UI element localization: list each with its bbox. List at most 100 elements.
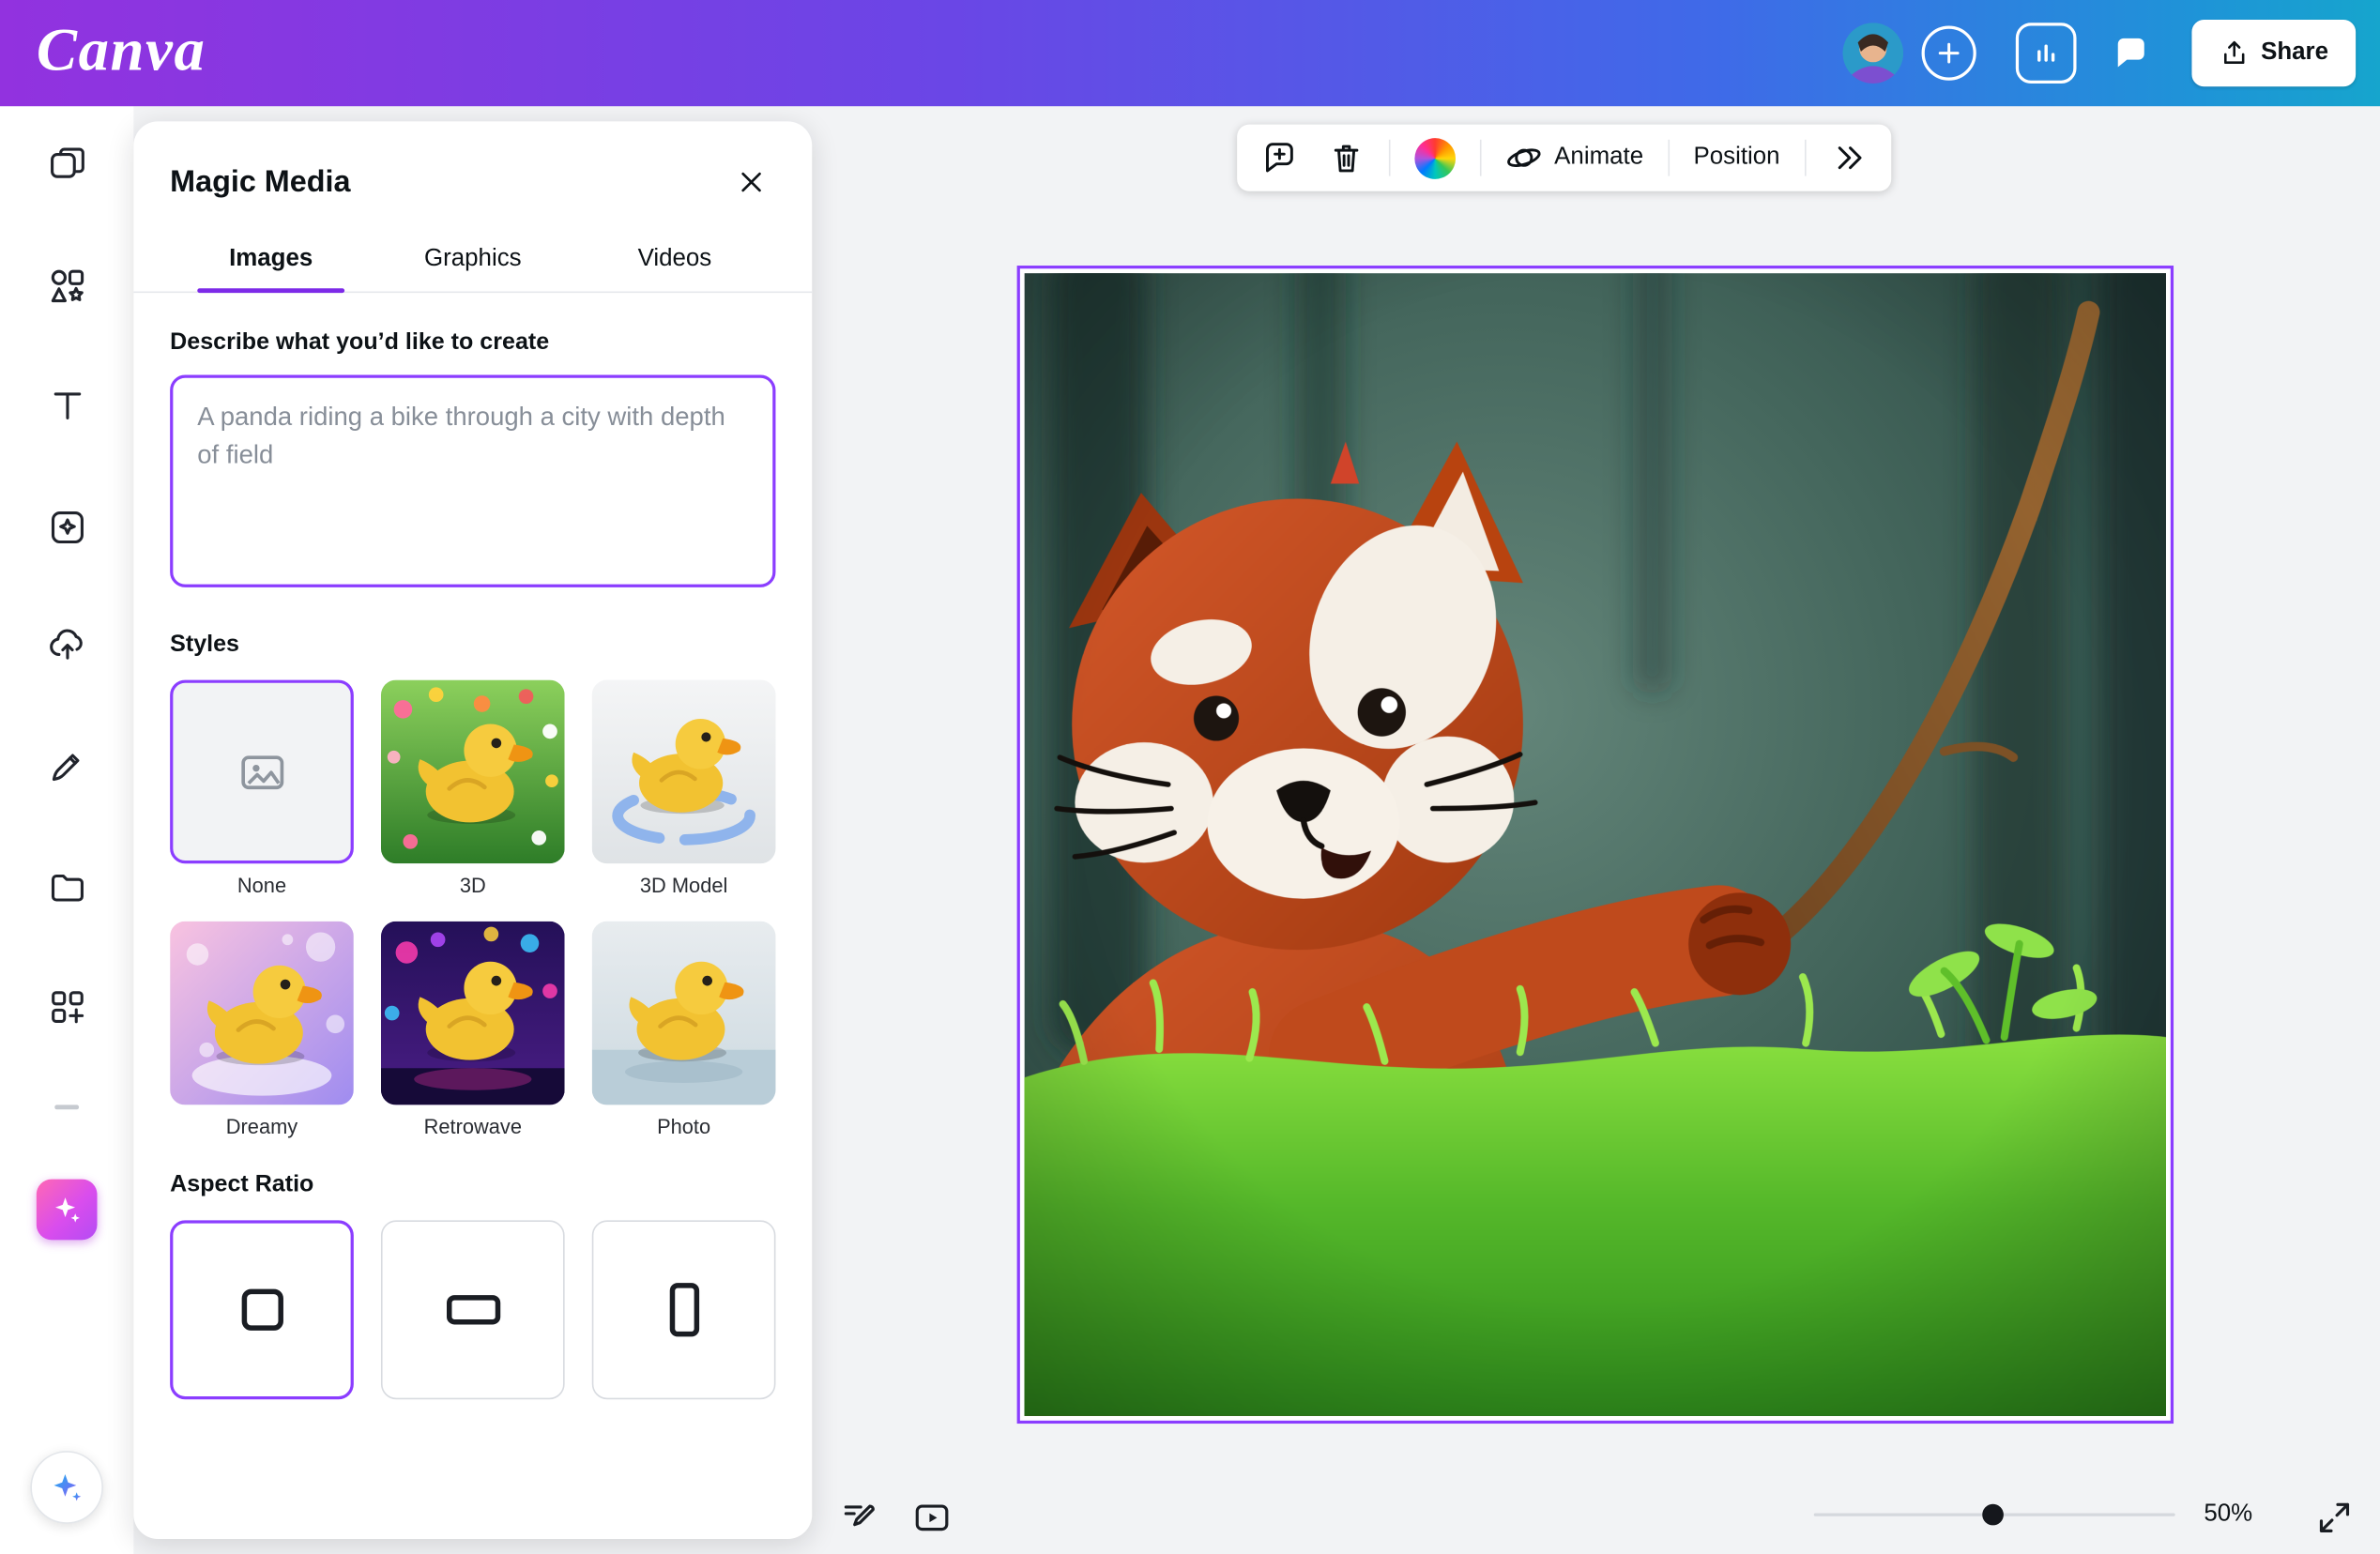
rail-divider	[54, 1105, 79, 1109]
style-thumb-dreamy	[170, 922, 354, 1105]
toolbar-divider	[1389, 140, 1391, 176]
fullscreen-button[interactable]	[2311, 1493, 2359, 1542]
image-placeholder-icon	[236, 746, 287, 798]
tab-videos[interactable]: Videos	[573, 231, 775, 292]
toolbar-divider	[1804, 140, 1806, 176]
sidebar-item-text[interactable]	[46, 384, 88, 426]
styles-grid: None 3D	[170, 680, 775, 1138]
style-thumb-retrowave	[381, 922, 565, 1105]
share-button[interactable]: Share	[2191, 20, 2356, 86]
style-option-3d[interactable]: 3D	[381, 680, 565, 897]
sidebar-item-brand[interactable]	[46, 506, 88, 548]
assistant-sparkle-icon	[47, 1468, 86, 1507]
style-option-dreamy[interactable]: Dreamy	[170, 922, 354, 1138]
elements-icon	[46, 265, 87, 306]
aspect-ratio-options	[170, 1220, 775, 1399]
notes-icon	[839, 1498, 878, 1537]
share-label: Share	[2261, 39, 2328, 67]
present-play-icon	[912, 1498, 952, 1537]
describe-label: Describe what you’d like to create	[170, 329, 775, 357]
comments-button[interactable]	[2100, 23, 2161, 84]
draw-pen-icon	[46, 744, 87, 785]
assistant-button[interactable]	[30, 1451, 103, 1524]
insights-button[interactable]	[2015, 23, 2076, 84]
avatar-image	[1842, 23, 1903, 84]
design-icon	[46, 144, 87, 185]
sidebar-item-uploads[interactable]	[46, 622, 88, 664]
top-bar-actions: Share	[1842, 20, 2356, 86]
comment-add-icon	[1261, 140, 1298, 176]
color-picker-button[interactable]	[1402, 130, 1468, 185]
style-label: Dreamy	[226, 1116, 298, 1138]
animate-button[interactable]: Animate	[1493, 130, 1655, 185]
animate-orbit-icon	[1505, 140, 1542, 176]
double-chevron-icon	[1830, 140, 1867, 176]
style-thumb-none	[170, 680, 354, 864]
tab-images[interactable]: Images	[170, 231, 372, 292]
plus-icon	[1933, 38, 1963, 68]
folder-icon	[46, 866, 87, 907]
panel-tabs: Images Graphics Videos	[133, 231, 812, 293]
magic-media-panel: Magic Media Images Graphics Videos Descr…	[133, 121, 812, 1539]
style-option-photo[interactable]: Photo	[592, 922, 776, 1138]
sidebar-item-projects[interactable]	[46, 865, 88, 907]
square-ratio-icon	[228, 1276, 295, 1343]
prompt-input[interactable]	[170, 374, 775, 587]
style-option-none[interactable]: None	[170, 680, 354, 897]
style-label: 3D	[460, 875, 486, 897]
zoom-slider-handle[interactable]	[1982, 1504, 2004, 1526]
share-upload-icon	[2219, 38, 2249, 68]
position-button[interactable]: Position	[1682, 130, 1793, 185]
selection-toolbar: Animate Position	[1237, 125, 1890, 191]
toolbar-divider	[1668, 140, 1670, 176]
aspect-option-landscape[interactable]	[381, 1220, 565, 1399]
panel-header: Magic Media	[170, 121, 775, 206]
add-member-button[interactable]	[1921, 25, 1976, 80]
style-option-3d-model[interactable]: 3D Model	[592, 680, 776, 897]
notes-button[interactable]	[835, 1493, 884, 1542]
sidebar-item-elements[interactable]	[46, 264, 88, 306]
chat-bubble-icon	[2111, 34, 2150, 73]
more-tools-button[interactable]	[1818, 130, 1879, 185]
landscape-ratio-icon	[439, 1276, 506, 1343]
style-label: 3D Model	[640, 875, 727, 897]
sidebar-item-design[interactable]	[46, 143, 88, 185]
toolbar-divider	[1480, 140, 1482, 176]
canva-editor: Canva	[0, 0, 2380, 1554]
apps-grid-icon	[46, 985, 87, 1027]
canva-logo[interactable]: Canva	[37, 20, 206, 81]
side-rail	[0, 106, 133, 1554]
aspect-option-square[interactable]	[170, 1220, 354, 1399]
canvas-page[interactable]	[1017, 266, 2174, 1424]
sidebar-item-draw[interactable]	[46, 743, 88, 785]
avatar[interactable]	[1842, 23, 1903, 84]
style-label: Retrowave	[424, 1116, 522, 1138]
tab-graphics[interactable]: Graphics	[372, 231, 573, 292]
position-label: Position	[1693, 145, 1779, 172]
generated-red-panda-image[interactable]	[1025, 273, 2166, 1416]
uploads-cloud-icon	[46, 623, 87, 664]
panel-title: Magic Media	[170, 164, 350, 199]
color-wheel-icon	[1414, 137, 1456, 178]
animate-label: Animate	[1554, 145, 1643, 172]
sidebar-item-magic-media[interactable]	[37, 1180, 98, 1241]
style-option-retrowave[interactable]: Retrowave	[381, 922, 565, 1138]
trash-icon	[1328, 140, 1365, 176]
delete-button[interactable]	[1316, 130, 1377, 185]
present-button[interactable]	[908, 1493, 956, 1542]
portrait-ratio-icon	[650, 1276, 717, 1343]
zoom-level[interactable]: 50%	[2204, 1501, 2252, 1529]
close-panel-button[interactable]	[727, 158, 776, 206]
style-thumb-3d-model	[592, 680, 776, 864]
style-label: None	[237, 875, 286, 897]
aspect-option-portrait[interactable]	[592, 1220, 776, 1399]
close-icon	[735, 165, 769, 199]
sidebar-item-apps[interactable]	[46, 985, 88, 1028]
style-label: Photo	[657, 1116, 710, 1138]
comment-add-button[interactable]	[1249, 130, 1310, 185]
magic-media-sparkle-icon	[49, 1192, 85, 1228]
brand-icon	[46, 506, 87, 547]
text-icon	[46, 385, 87, 426]
top-bar: Canva	[0, 0, 2380, 106]
style-thumb-photo	[592, 922, 776, 1105]
